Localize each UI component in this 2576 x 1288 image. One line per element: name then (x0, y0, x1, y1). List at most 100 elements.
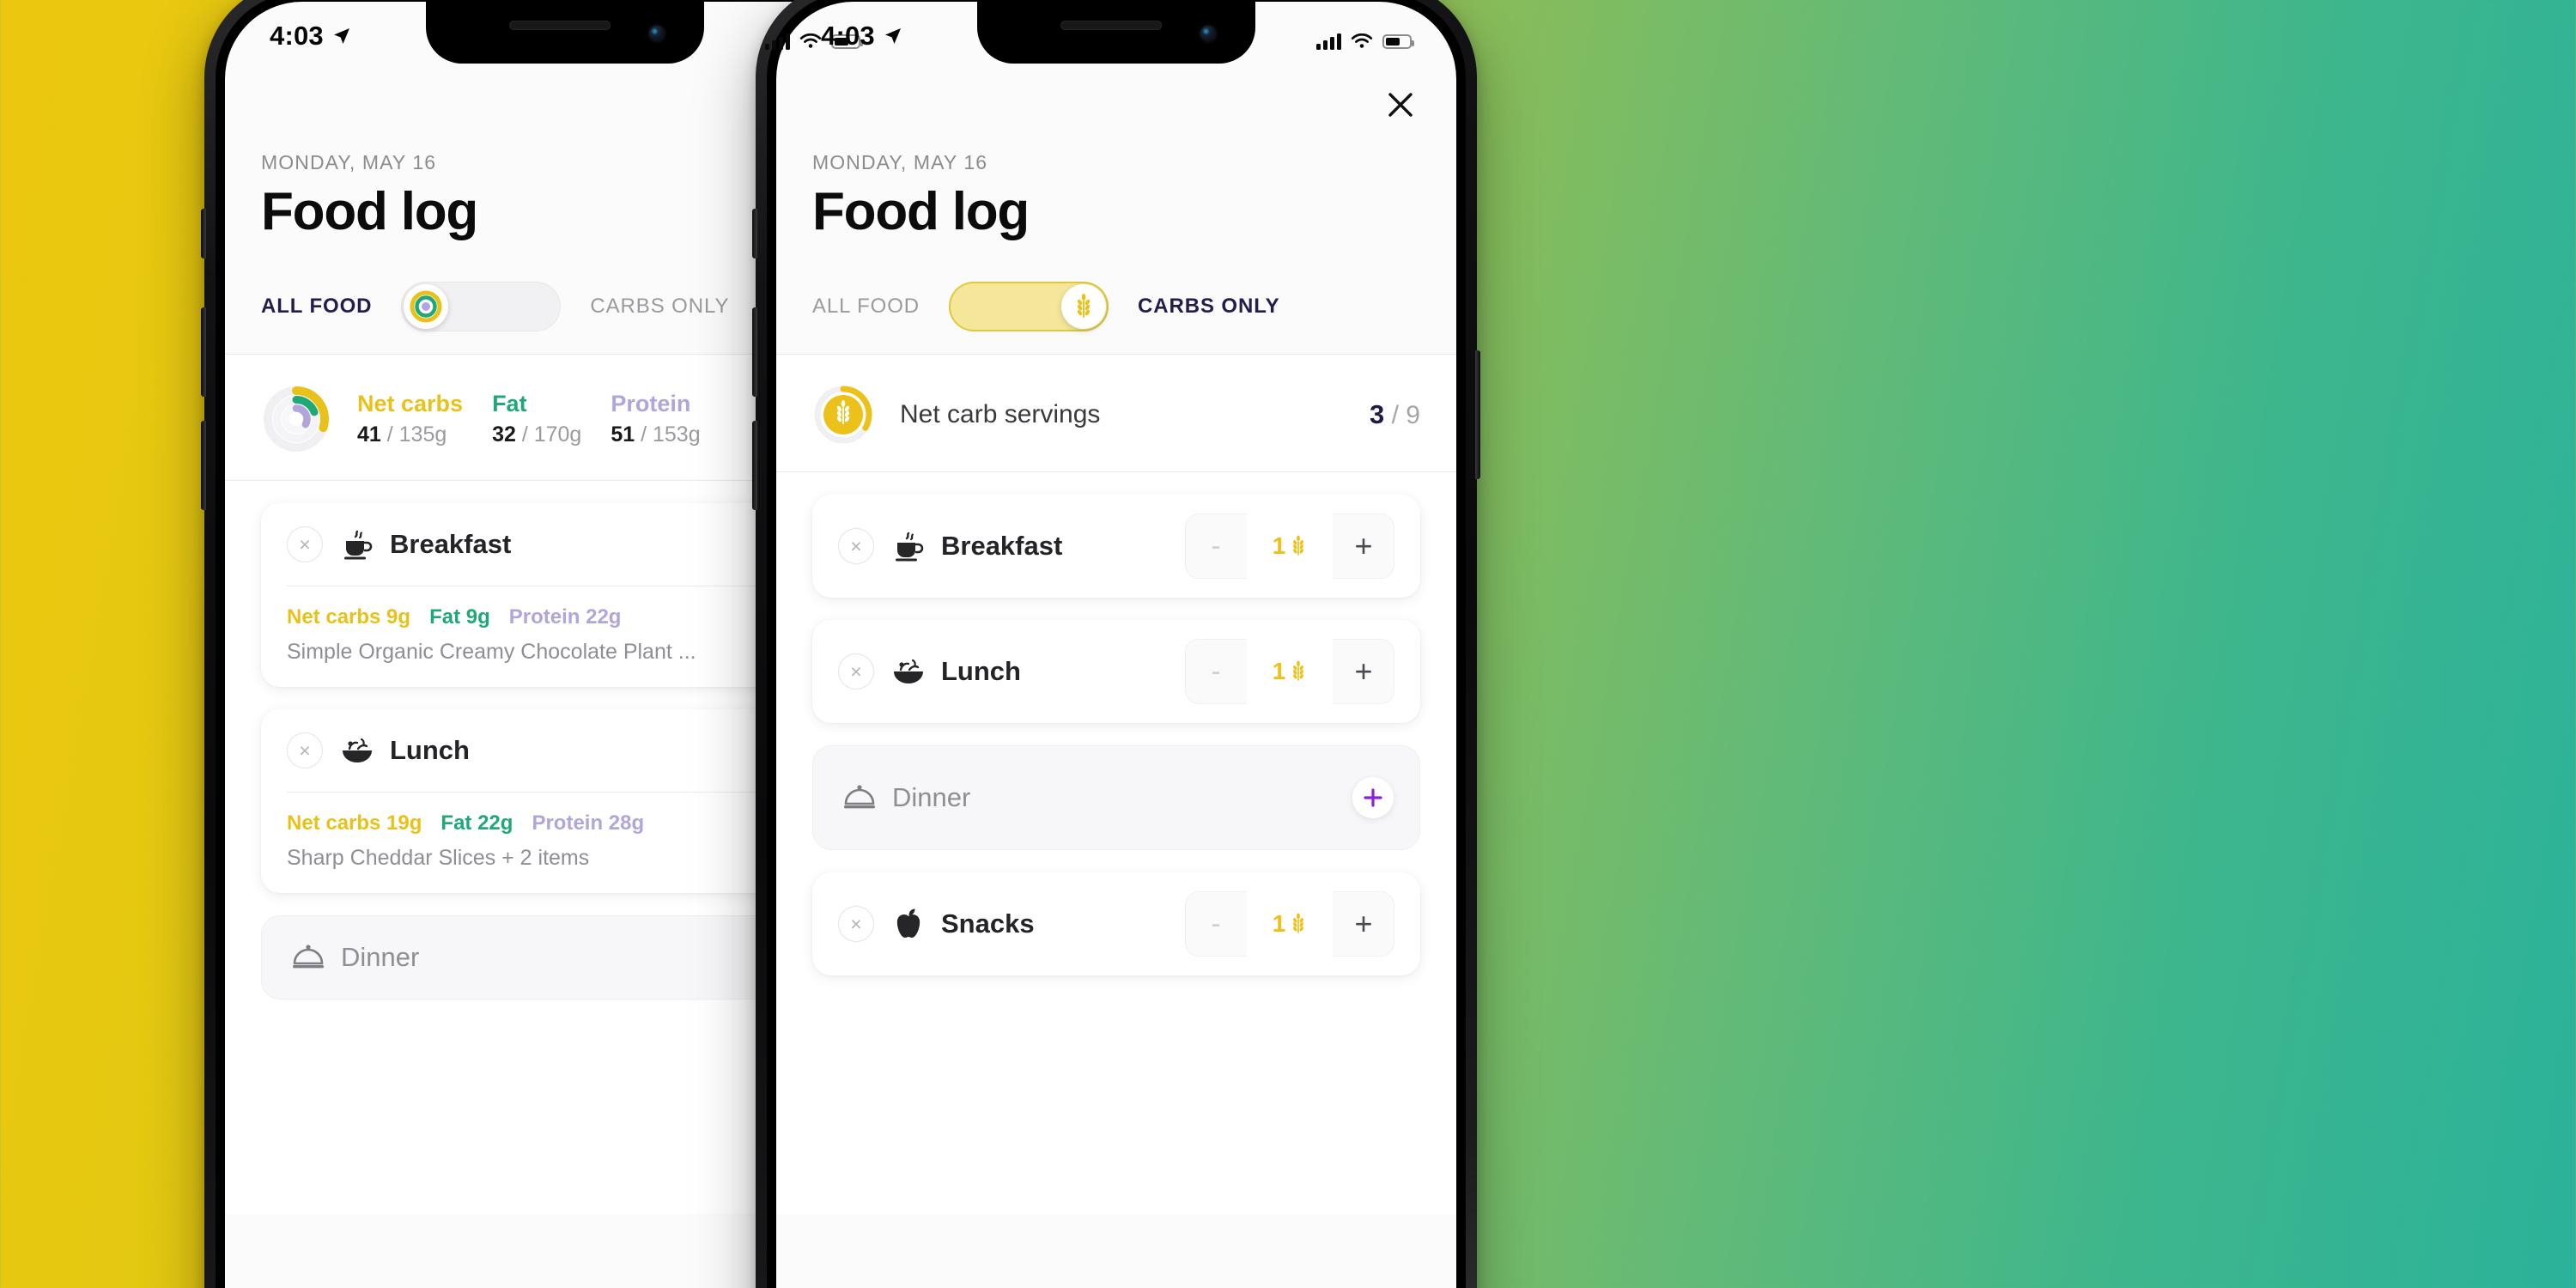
location-arrow-icon (333, 28, 349, 44)
meal-macro-protein: Protein 28g (532, 811, 645, 835)
stepper-count: 1 (1272, 532, 1286, 559)
apple-icon (888, 906, 929, 942)
remove-meal-button[interactable]: × (838, 906, 874, 942)
wheat-ring-icon (814, 386, 872, 444)
macro-value: 41 / 135g (357, 422, 447, 447)
net-carb-servings-value: 3 / 9 (1370, 399, 1420, 429)
servings-stepper: - 1 + (1185, 513, 1394, 579)
macro-rings-icon (410, 290, 442, 323)
volume-down-button[interactable] (201, 421, 206, 510)
remove-meal-button[interactable]: × (838, 653, 874, 690)
macro-rings-chart (264, 386, 329, 452)
location-arrow-icon (884, 28, 901, 44)
meal-name: Lunch (941, 656, 1021, 686)
decrement-button[interactable]: - (1185, 891, 1247, 957)
volume-up-button[interactable] (752, 307, 757, 397)
macro-fat: Fat 32 / 170g (492, 391, 581, 447)
remove-meal-button[interactable]: × (287, 732, 323, 769)
wheat-icon (1293, 660, 1304, 681)
net-carb-summary: Net carb servings 3 / 9 (812, 355, 1420, 471)
page-date: MONDAY, MAY 16 (812, 151, 988, 173)
stepper-count: 1 (1272, 658, 1286, 684)
silent-switch[interactable] (201, 209, 206, 258)
phone-device-right: 4:03 MONDAY, MAY 16 Food log ALL FOOD CA… (752, 0, 1480, 1288)
meal-name: Snacks (941, 908, 1035, 939)
meal-macro-net-carbs: Net carbs 19g (287, 811, 422, 835)
wheat-icon (1077, 294, 1091, 318)
carb-row-header: × Snacks - 1 + (838, 872, 1394, 975)
salad-bowl-icon (337, 732, 378, 769)
toggle-label-carbs-only[interactable]: CARBS ONLY (1138, 295, 1279, 319)
meal-macro-protein: Protein 22g (508, 605, 622, 629)
notch (977, 2, 1255, 64)
cloche-icon (839, 781, 880, 815)
coffee-cup-icon (888, 528, 929, 564)
view-toggle-switch[interactable] (949, 282, 1109, 331)
cellular-bars-icon (1316, 33, 1341, 50)
view-toggle-row: ALL FOOD CARBS ONLY (812, 282, 1420, 354)
meal-name: Dinner (892, 782, 971, 812)
toggle-label-carbs-only[interactable]: CARBS ONLY (590, 295, 729, 319)
meal-name: Lunch (390, 735, 470, 765)
power-button[interactable] (1475, 350, 1480, 479)
wheat-icon (1293, 535, 1304, 556)
front-camera (1199, 24, 1218, 43)
net-carb-servings-label: Net carb servings (900, 400, 1101, 428)
toggle-knob (1061, 284, 1107, 329)
stepper-count: 1 (1272, 910, 1286, 937)
macro-value: 32 / 170g (492, 422, 582, 447)
increment-button[interactable]: + (1333, 891, 1394, 957)
toggle-label-all-food[interactable]: ALL FOOD (261, 295, 372, 319)
front-camera (647, 24, 666, 43)
app-content-carbs-only: MONDAY, MAY 16 Food log ALL FOOD CARBS O… (776, 65, 1456, 1213)
status-time: 4:03 (821, 21, 875, 51)
close-bar (812, 65, 1420, 144)
view-toggle-switch[interactable] (401, 282, 562, 331)
status-time: 4:03 (270, 21, 324, 51)
earpiece-speaker (509, 21, 611, 30)
macro-value: 51 / 153g (611, 422, 701, 447)
macro-list: Net carbs 41 / 135g Fat 32 / 170g Protei… (357, 391, 701, 447)
page-title: Food log (812, 182, 1030, 241)
toggle-label-all-food[interactable]: ALL FOOD (812, 295, 920, 319)
close-icon[interactable] (1381, 85, 1420, 125)
servings-stepper: - 1 + (1185, 639, 1394, 704)
remove-meal-button[interactable]: × (838, 528, 874, 564)
meal-name: Dinner (341, 942, 420, 972)
screen-carbs-only: 4:03 MONDAY, MAY 16 Food log ALL FOOD CA… (776, 2, 1456, 1288)
toggle-knob (404, 284, 449, 329)
volume-down-button[interactable] (752, 421, 757, 510)
volume-up-button[interactable] (201, 307, 206, 397)
decrement-button[interactable]: - (1185, 513, 1247, 579)
coffee-cup-icon (337, 526, 378, 562)
notch (426, 2, 704, 64)
status-bar-left: 4:03 (270, 21, 352, 65)
meal-name: Breakfast (941, 531, 1063, 561)
wifi-icon (1351, 33, 1373, 48)
macro-net-carbs: Net carbs 41 / 135g (357, 391, 463, 447)
carb-row-dinner[interactable]: Dinner (812, 745, 1420, 850)
remove-meal-button[interactable]: × (287, 526, 323, 562)
decrement-button[interactable]: - (1185, 639, 1247, 704)
salad-bowl-icon (888, 653, 929, 690)
plus-icon (1364, 788, 1382, 807)
add-meal-button[interactable] (1352, 777, 1394, 818)
carb-row-header: × Breakfast - 1 + (838, 495, 1394, 598)
carb-row-lunch[interactable]: × Lunch - 1 + (812, 620, 1420, 723)
carb-row-header: × Lunch - 1 + (838, 620, 1394, 723)
servings-stepper: - 1 + (1185, 891, 1394, 957)
carb-row-breakfast[interactable]: × Breakfast - 1 + (812, 495, 1420, 598)
increment-button[interactable]: + (1333, 639, 1394, 704)
increment-button[interactable]: + (1333, 513, 1394, 579)
meal-macro-net-carbs: Net carbs 9g (287, 605, 411, 629)
carb-row-snacks[interactable]: × Snacks - 1 + (812, 872, 1420, 975)
macro-label: Fat (492, 391, 527, 417)
stepper-value: 1 (1247, 639, 1333, 704)
phone-bezel: 4:03 MONDAY, MAY 16 Food log ALL FOOD CA… (767, 0, 1466, 1288)
macro-protein: Protein 51 / 153g (611, 391, 700, 447)
wheat-icon (1293, 913, 1304, 933)
meal-macro-fat: Fat 22g (440, 811, 513, 835)
status-bar-right (1316, 33, 1414, 65)
silent-switch[interactable] (752, 209, 757, 258)
meal-macro-fat: Fat 9g (429, 605, 490, 629)
